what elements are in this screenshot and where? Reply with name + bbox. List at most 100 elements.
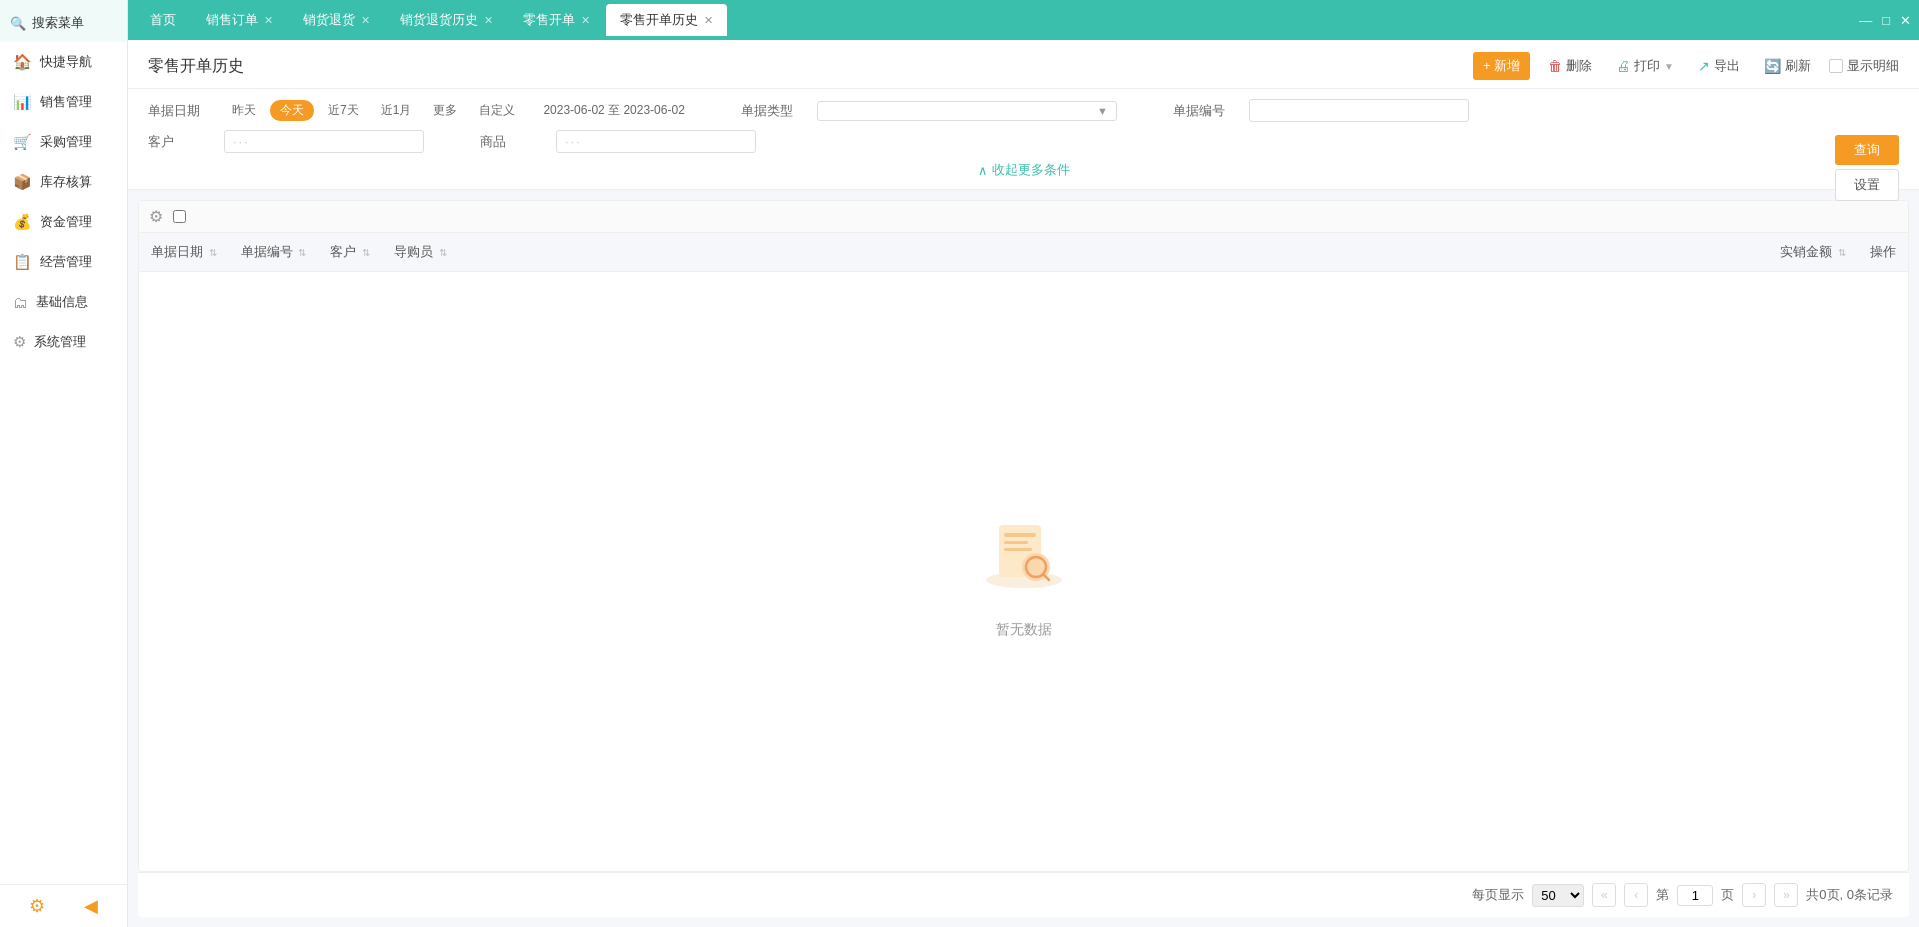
sidebar-item-inventory[interactable]: 📦 库存核算	[0, 162, 127, 202]
sidebar-item-basic-info[interactable]: 🗂 基础信息	[0, 282, 127, 322]
tab-close-icon[interactable]: ✕	[581, 14, 590, 27]
col-spacer	[459, 233, 1769, 272]
page-label: 第	[1656, 886, 1669, 904]
doc-number-label: 单据编号	[1173, 102, 1233, 120]
table-area: ⚙ 单据日期 ⇅ 单据编号 ⇅ 客户	[138, 200, 1909, 872]
tab-label: 首页	[150, 11, 176, 29]
print-button[interactable]: 🖨 打印 ▼	[1610, 53, 1680, 79]
tab-close-icon[interactable]: ✕	[264, 14, 273, 27]
sort-icon[interactable]: ⇅	[209, 247, 217, 258]
sidebar-item-label: 系统管理	[34, 333, 86, 351]
chevron-up-icon: ∧	[978, 163, 988, 178]
col-amount-label: 实销金额	[1780, 244, 1832, 259]
settings-button[interactable]: 设置	[1835, 169, 1899, 201]
window-close-btn[interactable]: ✕	[1900, 13, 1911, 28]
sidebar-item-label: 快捷导航	[40, 53, 92, 71]
chevron-down-icon: ▼	[1097, 105, 1108, 117]
display-detail-checkbox[interactable]: 显示明细	[1829, 57, 1899, 75]
page-first-btn[interactable]: «	[1592, 883, 1616, 907]
tab-label: 销售订单	[206, 11, 258, 29]
sort-icon[interactable]: ⇅	[362, 247, 370, 258]
query-button[interactable]: 查询	[1835, 135, 1899, 165]
export-label: 导出	[1714, 57, 1740, 75]
page-prev-btn[interactable]: ‹	[1624, 883, 1648, 907]
folder-icon: 🗂	[13, 294, 28, 311]
page-number-input[interactable]	[1677, 885, 1713, 906]
customer-label: 客户	[148, 133, 208, 151]
table-header-row: 单据日期 ⇅ 单据编号 ⇅ 客户 ⇅ 导购员 ⇅	[139, 233, 1908, 272]
page-last-btn[interactable]: »	[1774, 883, 1798, 907]
box-icon: 📦	[13, 173, 32, 191]
money-icon: 💰	[13, 213, 32, 231]
doc-type-label: 单据类型	[741, 102, 801, 120]
sort-icon[interactable]: ⇅	[1838, 247, 1846, 258]
export-button[interactable]: ↗ 导出	[1692, 53, 1746, 79]
product-input[interactable]: ···	[556, 130, 756, 153]
sidebar-item-label: 库存核算	[40, 173, 92, 191]
add-button[interactable]: + 新增	[1473, 52, 1530, 80]
page-header: 零售开单历史 + 新增 🗑 删除 🖨 打印 ▼ ↗ 导出	[128, 40, 1919, 89]
sidebar-item-ops[interactable]: 📋 经营管理	[0, 242, 127, 282]
doc-number-input[interactable]	[1249, 99, 1469, 122]
chart-icon: 📊	[13, 93, 32, 111]
sidebar-item-label: 基础信息	[36, 293, 88, 311]
footer-collapse-btn[interactable]: ◀	[84, 895, 98, 917]
sidebar-item-sales-mgmt[interactable]: 📊 销售管理	[0, 82, 127, 122]
col-date: 单据日期 ⇅	[139, 233, 229, 272]
refresh-label: 刷新	[1785, 57, 1811, 75]
sidebar-item-quick-nav[interactable]: 🏠 快捷导航	[0, 42, 127, 82]
page-size-select[interactable]: 50 100 200	[1532, 884, 1584, 907]
date-btn-today[interactable]: 今天	[270, 100, 314, 121]
collapse-button[interactable]: ∧ 收起更多条件	[148, 161, 1899, 179]
sort-icon[interactable]: ⇅	[298, 247, 306, 258]
date-shortcuts: 昨天 今天 近7天 近1月 更多 自定义	[224, 100, 523, 121]
date-btn-7days[interactable]: 近7天	[320, 100, 367, 121]
tab-sales-return-history[interactable]: 销货退货历史 ✕	[386, 4, 507, 36]
refresh-button[interactable]: 🔄 刷新	[1758, 53, 1817, 79]
doc-type-select[interactable]: ▼	[817, 101, 1117, 121]
date-btn-custom[interactable]: 自定义	[471, 100, 523, 121]
sidebar-item-sys-mgmt[interactable]: ⚙ 系统管理	[0, 322, 127, 362]
date-range: 2023-06-02 至 2023-06-02	[543, 102, 684, 119]
cart-icon: 🛒	[13, 133, 32, 151]
date-btn-yesterday[interactable]: 昨天	[224, 100, 264, 121]
footer-settings-btn[interactable]: ⚙	[29, 895, 45, 917]
sidebar-search[interactable]: 🔍 搜索菜单	[0, 0, 127, 42]
search-icon: 🔍	[10, 16, 26, 31]
select-all-checkbox[interactable]	[173, 210, 186, 223]
customer-input[interactable]: ···	[224, 130, 424, 153]
sidebar-item-label: 经营管理	[40, 253, 92, 271]
query-settings-group: 查询 设置	[1835, 135, 1899, 201]
page-size-label: 每页显示	[1472, 886, 1524, 904]
tab-close-icon[interactable]: ✕	[704, 14, 713, 27]
tab-retail-open[interactable]: 零售开单 ✕	[509, 4, 604, 36]
sort-icon[interactable]: ⇅	[439, 247, 447, 258]
sidebar-item-purchase-mgmt[interactable]: 🛒 采购管理	[0, 122, 127, 162]
window-maximize-btn[interactable]: □	[1882, 13, 1890, 28]
pagination: 每页显示 50 100 200 « ‹ 第 页 › » 共0页, 0条记录	[138, 872, 1909, 917]
tab-label: 零售开单	[523, 11, 575, 29]
filter-area: 单据日期 昨天 今天 近7天 近1月 更多 自定义 2023-06-02 至 2…	[128, 89, 1919, 190]
tab-label: 销货退货历史	[400, 11, 478, 29]
tab-label: 零售开单历史	[620, 11, 698, 29]
tab-home[interactable]: 首页	[136, 4, 190, 36]
sidebar-nav: 🏠 快捷导航 📊 销售管理 🛒 采购管理 📦 库存核算 💰 资金管理 📋 经营管…	[0, 42, 127, 884]
content-area: 零售开单历史 + 新增 🗑 删除 🖨 打印 ▼ ↗ 导出	[128, 40, 1919, 927]
delete-button[interactable]: 🗑 删除	[1542, 53, 1598, 79]
add-label: + 新增	[1483, 57, 1520, 75]
home-icon: 🏠	[13, 53, 32, 71]
date-btn-1month[interactable]: 近1月	[373, 100, 420, 121]
sidebar-item-label: 资金管理	[40, 213, 92, 231]
tab-retail-open-history[interactable]: 零售开单历史 ✕	[606, 4, 727, 36]
tab-close-icon[interactable]: ✕	[361, 14, 370, 27]
tab-sales-order[interactable]: 销售订单 ✕	[192, 4, 287, 36]
sidebar-item-finance[interactable]: 💰 资金管理	[0, 202, 127, 242]
print-label: 打印	[1634, 57, 1660, 75]
table-settings-icon[interactable]: ⚙	[149, 207, 163, 226]
page-next-btn[interactable]: ›	[1742, 883, 1766, 907]
empty-illustration	[974, 505, 1074, 605]
tab-sales-return[interactable]: 销货退货 ✕	[289, 4, 384, 36]
window-minimize-btn[interactable]: —	[1859, 13, 1872, 28]
date-btn-more[interactable]: 更多	[425, 100, 465, 121]
tab-close-icon[interactable]: ✕	[484, 14, 493, 27]
